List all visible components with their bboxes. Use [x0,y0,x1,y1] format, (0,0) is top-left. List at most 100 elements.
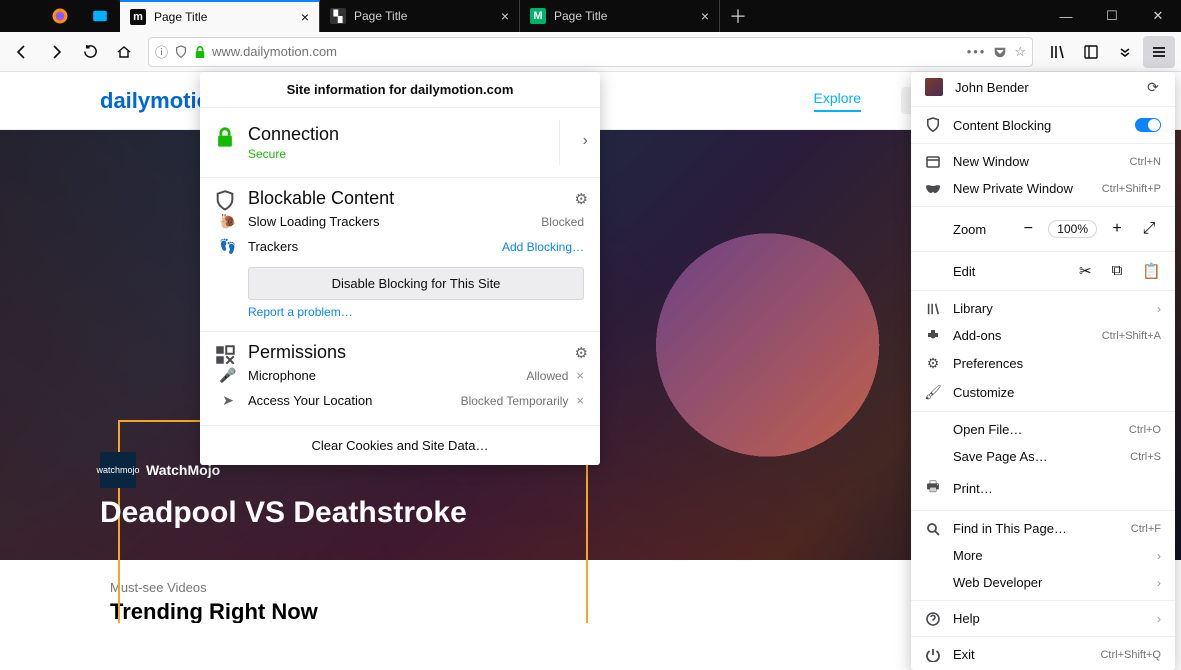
paste-icon[interactable]: 📋 [1142,262,1161,280]
blockable-title: Blockable Content [248,188,584,209]
site-info-header: Site information for dailymotion.com [200,72,600,108]
reload-button[interactable] [74,36,106,68]
clear-cookies-button[interactable]: Clear Cookies and Site Data… [200,426,600,465]
window-maximize-button[interactable]: ☐ [1089,0,1135,32]
menu-open-file[interactable]: Open File… Ctrl+O [911,416,1175,443]
menu-edit: Edit ✂ ⧉ 📋 [911,256,1175,286]
menu-new-window[interactable]: New Window Ctrl+N [911,148,1175,175]
permission-row-value: Allowed [526,369,568,383]
menu-exit[interactable]: Exit Ctrl+Shift+Q [911,641,1175,668]
shield-icon [214,190,236,212]
page-actions-icon[interactable]: ••• [967,44,987,59]
add-blocking-link[interactable]: Add Blocking… [502,240,584,254]
menu-zoom: Zoom − 100% + ⤢ [911,211,1175,247]
titlebar: m Page Title × ▚ Page Title × M Page Tit… [0,0,1181,32]
lock-icon [214,126,236,148]
report-problem-link[interactable]: Report a problem… [248,305,353,319]
bookmark-star-icon[interactable]: ☆ [1014,44,1026,60]
clear-permission-icon[interactable]: × [576,368,584,383]
home-button[interactable] [108,36,140,68]
menu-preferences[interactable]: ⚙ Preferences [911,349,1175,378]
tab-1[interactable]: m Page Title × [120,0,320,32]
connection-title: Connection [248,124,584,145]
nav-explore[interactable]: Explore [814,90,861,112]
favicon-icon: ▚ [330,8,346,24]
permissions-title: Permissions [248,342,584,363]
chevron-right-icon[interactable]: › [583,132,588,150]
cut-icon[interactable]: ✂ [1079,262,1092,280]
zoom-out-button[interactable]: − [1016,217,1040,241]
tab-label: Page Title [554,9,607,23]
permission-row-label: Microphone [248,368,316,383]
menu-content-blocking[interactable]: Content Blocking [911,111,1175,139]
permission-row-value: Blocked Temporarily [461,394,569,408]
menu-web-developer[interactable]: Web Developer › [911,569,1175,596]
tab-close-icon[interactable]: × [301,9,309,25]
clear-permission-icon[interactable]: × [576,393,584,408]
zoom-in-button[interactable]: + [1105,217,1129,241]
permissions-icon [214,344,236,366]
microphone-icon: 🎤 [218,367,238,384]
sync-icon[interactable]: ⟳ [1145,79,1161,96]
overflow-icon[interactable] [1109,36,1141,68]
hero-title: Deadpool VS Deathstroke [100,496,467,530]
copy-icon[interactable]: ⧉ [1112,262,1123,280]
gear-icon[interactable]: ⚙ [575,344,588,362]
menu-more[interactable]: More › [911,542,1175,569]
menu-print[interactable]: 🖶 Print… [911,470,1175,506]
blockable-row-value: Blocked [541,215,584,229]
sidebar-icon[interactable] [1075,36,1107,68]
tab-label: Page Title [154,10,207,24]
site-info-icon[interactable]: ⓘ [155,42,168,61]
paintbrush-icon: 🖌 [925,384,941,401]
window-close-button[interactable]: ✕ [1135,0,1181,32]
tab-close-icon[interactable]: × [501,8,509,24]
pocket-icon[interactable] [992,45,1008,59]
url-input[interactable] [212,44,961,59]
snail-icon: 🐌 [218,213,238,230]
menu-help[interactable]: Help › [911,605,1175,632]
hamburger-menu-button[interactable] [1143,36,1175,68]
gear-icon[interactable]: ⚙ [575,190,588,208]
chevron-right-icon: › [1157,302,1161,316]
disable-blocking-button[interactable]: Disable Blocking for This Site [248,267,584,300]
menu-new-private-window[interactable]: New Private Window Ctrl+Shift+P [911,175,1175,202]
back-button[interactable] [6,36,38,68]
content-blocking-toggle[interactable] [1135,118,1161,132]
puzzle-icon [925,329,941,343]
tab-close-icon[interactable]: × [701,8,709,24]
tab-3[interactable]: M Page Title × [520,0,720,32]
help-icon [925,612,941,626]
favicon-icon: M [530,8,546,24]
menu-addons[interactable]: Add-ons Ctrl+Shift+A [911,322,1175,349]
new-tab-button[interactable]: ＋ [720,0,756,32]
chevron-right-icon: › [1157,549,1161,563]
menu-account-name: John Bender [955,80,1133,95]
menu-customize[interactable]: 🖌 Customize [911,378,1175,407]
footprints-icon: 👣 [218,238,238,255]
app-menu: John Bender ⟳ Content Blocking New Windo… [911,72,1175,670]
search-icon [925,522,941,536]
print-icon: 🖶 [925,476,941,500]
window-minimize-button[interactable]: — [1043,0,1089,32]
library-icon[interactable] [1041,36,1073,68]
menu-library[interactable]: Library › [911,295,1175,322]
lock-icon[interactable] [194,45,206,59]
fullscreen-icon[interactable]: ⤢ [1137,217,1161,241]
blockable-row-label: Trackers [248,239,298,254]
chevron-right-icon: › [1157,576,1161,590]
tracking-shield-icon[interactable] [174,45,188,59]
favicon-icon: m [130,9,146,25]
site-info-panel: Site information for dailymotion.com Con… [200,72,600,465]
forward-button[interactable] [40,36,72,68]
tab-label: Page Title [354,9,407,23]
chevron-right-icon: › [1157,612,1161,626]
url-bar[interactable]: ⓘ ••• ☆ [148,37,1033,67]
menu-save-page[interactable]: Save Page As… Ctrl+S [911,443,1175,470]
library-icon [925,302,941,316]
channel-avatar-icon[interactable]: watchmojo [100,452,136,488]
menu-account[interactable]: John Bender ⟳ [911,72,1175,102]
menu-find[interactable]: Find in This Page… Ctrl+F [911,515,1175,542]
app-icon [80,0,120,32]
tab-2[interactable]: ▚ Page Title × [320,0,520,32]
